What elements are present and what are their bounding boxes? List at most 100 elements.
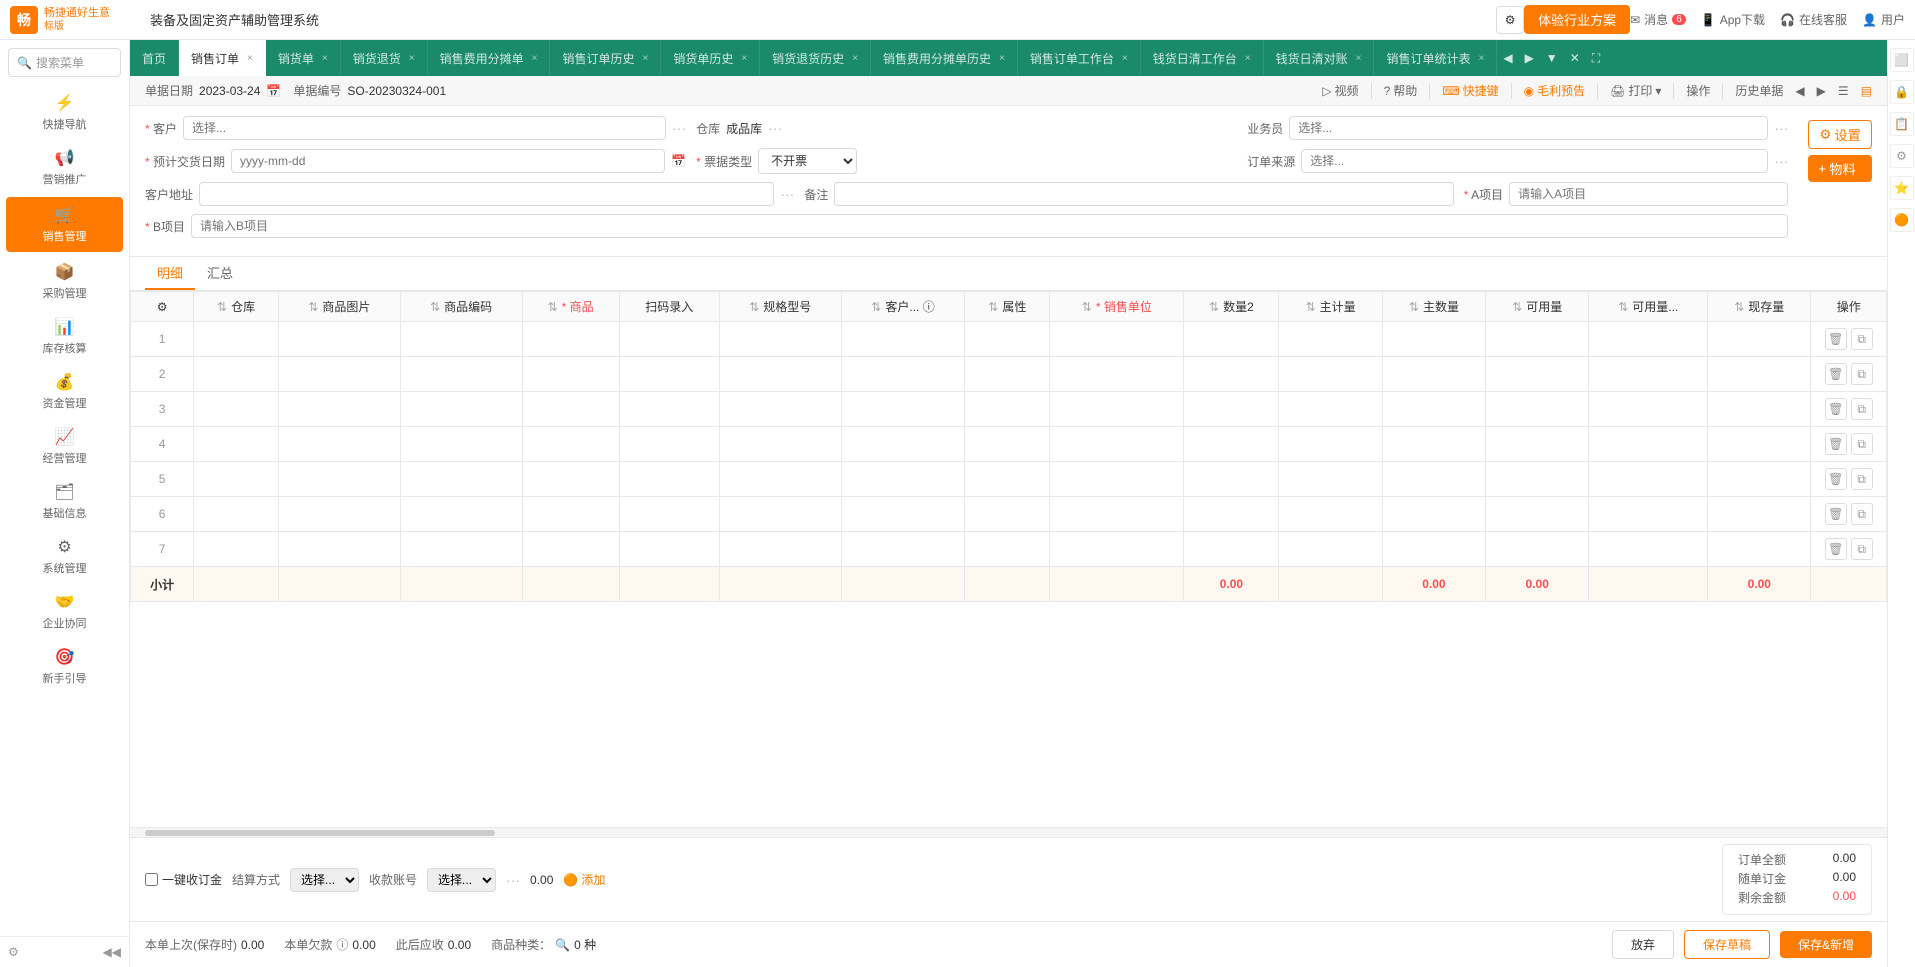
account-more-icon[interactable]: ··· bbox=[506, 872, 520, 888]
right-panel-icon-1[interactable]: ⬜ bbox=[1890, 48, 1914, 72]
col-available-qty[interactable]: ⇅可用量 bbox=[1486, 292, 1589, 322]
shortcut-button[interactable]: ⌨ 快捷键 bbox=[1442, 82, 1498, 99]
close-tab-sales-order[interactable]: × bbox=[247, 53, 253, 64]
sidebar-item-marketing[interactable]: 📢 营销推广 bbox=[0, 140, 129, 195]
calendar-icon[interactable]: 📅 bbox=[266, 84, 281, 98]
invoice-select[interactable]: 不开票 增值税发票 bbox=[758, 148, 857, 174]
copy-row-icon[interactable]: ⧉ bbox=[1851, 398, 1873, 420]
warehouse-more-icon[interactable]: ··· bbox=[768, 120, 782, 136]
copy-row-icon[interactable]: ⧉ bbox=[1851, 503, 1873, 525]
sidebar-item-guide[interactable]: 🎯 新手引导 bbox=[0, 639, 129, 694]
tab-home[interactable]: 首页 bbox=[130, 40, 179, 76]
add-material-button[interactable]: + 物料 bbox=[1808, 155, 1872, 182]
tab-sales-order-history[interactable]: 销售订单历史 × bbox=[550, 40, 661, 76]
col-unit[interactable]: ⇅* 销售单位 bbox=[1050, 292, 1184, 322]
tab-sales-cost-history[interactable]: 销售费用分摊单历史 × bbox=[871, 40, 1018, 76]
user-button[interactable]: 👤 用户 bbox=[1862, 11, 1905, 28]
settings-bottom-icon[interactable]: ⚙ bbox=[8, 945, 19, 959]
history-button[interactable]: 历史单据 bbox=[1735, 82, 1783, 99]
right-panel-icon-4[interactable]: ⚙ bbox=[1890, 144, 1914, 168]
close-tab-sales-order-history[interactable]: × bbox=[642, 53, 648, 64]
delete-row-icon[interactable]: 🗑 bbox=[1825, 398, 1847, 420]
collapse-sidebar-icon[interactable]: ◀◀ bbox=[103, 945, 121, 959]
sidebar-item-finance[interactable]: 💰 资金管理 bbox=[0, 364, 129, 419]
col-current-qty[interactable]: ⇅现存量 bbox=[1708, 292, 1811, 322]
col-spec[interactable]: ⇅规格型号 bbox=[719, 292, 841, 322]
calendar-delivery-icon[interactable]: 📅 bbox=[671, 154, 686, 168]
copy-row-icon[interactable]: ⧉ bbox=[1851, 328, 1873, 350]
delete-row-icon[interactable]: 🗑 bbox=[1825, 503, 1847, 525]
tab-sales-workbench[interactable]: 销售订单工作台 × bbox=[1018, 40, 1141, 76]
sidebar-item-operations[interactable]: 📈 经营管理 bbox=[0, 419, 129, 474]
sidebar-item-sales[interactable]: 🛒 销售管理 bbox=[6, 197, 123, 252]
tab-sales-slip-history[interactable]: 销货单历史 × bbox=[661, 40, 760, 76]
copy-row-icon[interactable]: ⧉ bbox=[1851, 538, 1873, 560]
close-tab-sales-return[interactable]: × bbox=[409, 53, 415, 64]
right-panel-icon-5[interactable]: ⭐ bbox=[1890, 176, 1914, 200]
col-main-unit[interactable]: ⇅主计量 bbox=[1279, 292, 1382, 322]
col-qty2[interactable]: ⇅数量2 bbox=[1184, 292, 1279, 322]
customer-more-icon[interactable]: ··· bbox=[672, 120, 686, 136]
tab-prev-button[interactable]: ◀ bbox=[1497, 40, 1518, 76]
tab-sales-cost-alloc[interactable]: 销售费用分摊单 × bbox=[428, 40, 551, 76]
delete-row-icon[interactable]: 🗑 bbox=[1825, 363, 1847, 385]
close-tab-sales-cost-history[interactable]: × bbox=[999, 53, 1005, 64]
add-payment-button[interactable]: 🟠 添加 bbox=[563, 871, 605, 888]
close-tab-cash-reconcile[interactable]: × bbox=[1356, 53, 1362, 64]
sidebar-item-quick-nav[interactable]: ⚡ 快捷导航 bbox=[0, 85, 129, 140]
sidebar-item-inventory[interactable]: 📊 库存核算 bbox=[0, 309, 129, 364]
order-source-input[interactable] bbox=[1301, 149, 1768, 173]
tab-sales-order[interactable]: 销售订单 × bbox=[179, 40, 266, 76]
scroll-bar-area[interactable] bbox=[130, 827, 1887, 837]
address-input[interactable] bbox=[199, 182, 774, 206]
grid-view-button[interactable]: ☰ bbox=[1838, 84, 1849, 98]
close-tab-cash-workbench[interactable]: × bbox=[1245, 53, 1251, 64]
tab-expand-button[interactable]: ⛶ bbox=[1586, 40, 1606, 76]
order-source-more-icon[interactable]: ··· bbox=[1774, 153, 1788, 169]
salesperson-input[interactable] bbox=[1289, 116, 1768, 140]
col-product[interactable]: ⇅* 商品 bbox=[522, 292, 619, 322]
sidebar-item-system[interactable]: ⚙ 系统管理 bbox=[0, 529, 129, 584]
col-customer-code[interactable]: ⇅客户... ⓘ bbox=[841, 292, 965, 322]
right-panel-icon-2[interactable]: 🔒 bbox=[1890, 80, 1914, 104]
tab-next-button[interactable]: ▶ bbox=[1519, 40, 1540, 76]
tab-sales-slip[interactable]: 销货单 × bbox=[266, 40, 341, 76]
payment-method-select[interactable]: 选择... bbox=[290, 868, 359, 892]
note-input[interactable] bbox=[834, 182, 1453, 206]
account-select[interactable]: 选择... bbox=[427, 868, 496, 892]
tab-sales-return-history[interactable]: 销货退货历史 × bbox=[760, 40, 871, 76]
prev-record-button[interactable]: ◀ bbox=[1795, 84, 1804, 98]
copy-row-icon[interactable]: ⧉ bbox=[1851, 433, 1873, 455]
discard-button[interactable]: 放弃 bbox=[1612, 930, 1674, 959]
sidebar-item-purchase[interactable]: 📦 采购管理 bbox=[0, 254, 129, 309]
col-warehouse[interactable]: ⇅仓库 bbox=[194, 292, 279, 322]
sidebar-item-base-info[interactable]: 🗂 基础信息 bbox=[0, 474, 129, 529]
customer-input[interactable] bbox=[183, 116, 666, 140]
card-view-button[interactable]: ▤ bbox=[1861, 84, 1872, 98]
search-menu-button[interactable]: 🔍 搜索菜单 bbox=[8, 48, 121, 77]
detail-tab-detail[interactable]: 明细 bbox=[145, 257, 195, 290]
close-tab-sales-cost-alloc[interactable]: × bbox=[532, 53, 538, 64]
delete-row-icon[interactable]: 🗑 bbox=[1825, 468, 1847, 490]
industry-solution-button[interactable]: 体验行业方案 bbox=[1524, 5, 1630, 34]
online-service-button[interactable]: 🎧 在线客服 bbox=[1780, 11, 1847, 28]
print-button[interactable]: 🖨 打印 ▾ bbox=[1610, 82, 1661, 99]
col-available-qty2[interactable]: ⇅可用量... bbox=[1589, 292, 1708, 322]
app-download-button[interactable]: 📱 App下载 bbox=[1701, 11, 1765, 28]
close-tab-sales-slip[interactable]: × bbox=[322, 53, 328, 64]
tab-close-all-button[interactable]: ✕ bbox=[1564, 40, 1586, 76]
col-scan[interactable]: 扫码录入 bbox=[619, 292, 719, 322]
settings-button[interactable]: ⚙ bbox=[1496, 6, 1524, 34]
copy-row-icon[interactable]: ⧉ bbox=[1851, 363, 1873, 385]
right-panel-icon-3[interactable]: 📋 bbox=[1890, 112, 1914, 136]
delete-row-icon[interactable]: 🗑 bbox=[1825, 328, 1847, 350]
tab-cash-workbench[interactable]: 钱货日清工作台 × bbox=[1141, 40, 1264, 76]
profit-button[interactable]: ◉ 毛利预告 bbox=[1524, 82, 1586, 99]
detail-tab-summary[interactable]: 汇总 bbox=[195, 257, 245, 290]
help-button[interactable]: ? 帮助 bbox=[1384, 82, 1418, 99]
close-tab-sales-slip-history[interactable]: × bbox=[741, 53, 747, 64]
close-tab-sales-workbench[interactable]: × bbox=[1122, 53, 1128, 64]
col-attr[interactable]: ⇅属性 bbox=[965, 292, 1050, 322]
tab-sales-return[interactable]: 销货退货 × bbox=[341, 40, 428, 76]
view-video-button[interactable]: ▷ 视频 bbox=[1322, 82, 1358, 99]
